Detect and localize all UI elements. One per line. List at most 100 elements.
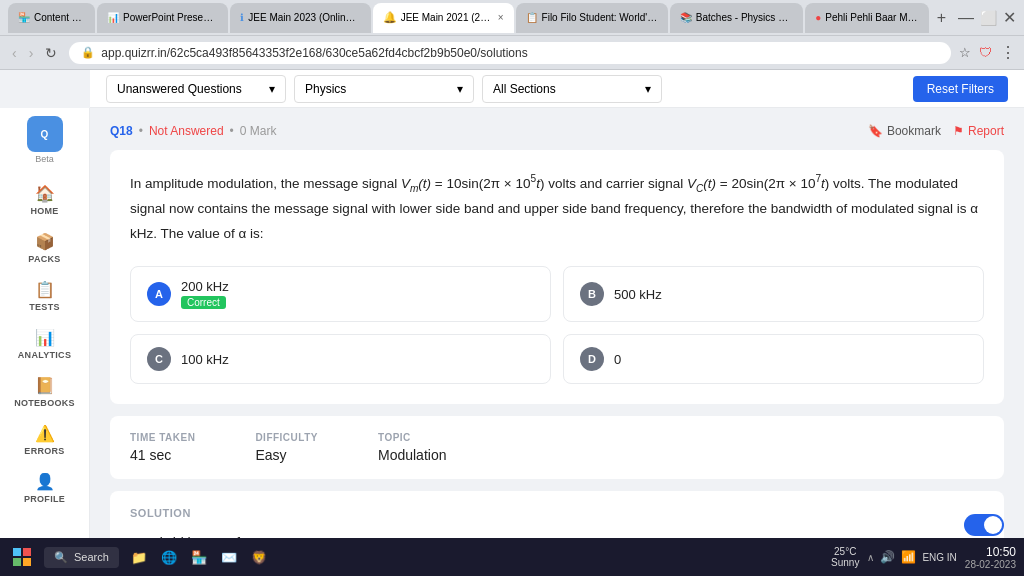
tab-filo[interactable]: 📋 Filo Filo Student: World's Only [516, 3, 668, 33]
sidebar-item-home[interactable]: 🏠 HOME [0, 176, 89, 224]
back-button[interactable]: ‹ [8, 43, 21, 63]
forward-button[interactable]: › [25, 43, 38, 63]
option-d[interactable]: D 0 [563, 334, 984, 384]
option-c[interactable]: C 100 kHz [130, 334, 551, 384]
tab-jee2021[interactable]: 🔔 JEE Main 2021 (25 Jul × × [373, 3, 514, 33]
network-icon[interactable]: 📶 [901, 550, 916, 564]
sidebar-item-notebooks[interactable]: 📔 NOTEBOOKS [0, 368, 89, 416]
tab-title: Pehli Pehli Baar Moha... [825, 12, 918, 23]
option-c-circle: C [147, 347, 171, 371]
restore-icon[interactable]: ⬜ [980, 10, 997, 26]
tests-label: TESTS [29, 302, 60, 312]
addr-right-actions: ☆ 🛡 ⋮ [959, 43, 1016, 62]
taskbar-icon-brave[interactable]: 🦁 [247, 545, 271, 569]
bookmark-star-icon[interactable]: ☆ [959, 45, 971, 60]
sidebar-item-analytics[interactable]: 📊 ANALYTICS [0, 320, 89, 368]
question-text: In amplitude modulation, the message sig… [130, 170, 984, 246]
option-a-text-wrap: 200 kHz Correct [181, 279, 229, 309]
tab-batches[interactable]: 📚 Batches - Physics Wallah [670, 3, 803, 33]
address-bar: ‹ › ↻ 🔒 app.quizrr.in/62c5ca493f85643353… [0, 36, 1024, 70]
sidebar-item-profile[interactable]: 👤 PROFILE [0, 464, 89, 512]
tab-jee2023[interactable]: ℹ JEE Main 2023 (Online) 29... [230, 3, 370, 33]
solution-label: SOLUTION [130, 507, 984, 519]
taskbar-icon-files[interactable]: 📁 [127, 545, 151, 569]
tab-title: Batches - Physics Wallah [696, 12, 793, 23]
report-label: Report [968, 124, 1004, 138]
filter-sections[interactable]: All Sections ▾ [482, 75, 662, 103]
clock-time: 10:50 [965, 545, 1016, 559]
dot-separator: • [139, 124, 143, 138]
address-input-wrap[interactable]: 🔒 app.quizrr.in/62c5ca493f85643353f2e168… [69, 42, 951, 64]
svg-rect-2 [13, 558, 21, 566]
lock-icon: 🔒 [81, 46, 95, 59]
option-a[interactable]: A 200 kHz Correct [130, 266, 551, 322]
filter-unanswered[interactable]: Unanswered Questions ▾ [106, 75, 286, 103]
filter-subject[interactable]: Physics ▾ [294, 75, 474, 103]
browser-chrome: 🏪 Content store 📊 PowerPoint Presentatio… [0, 0, 1024, 36]
option-b-circle: B [580, 282, 604, 306]
refresh-button[interactable]: ↻ [41, 43, 61, 63]
notebooks-icon: 📔 [35, 376, 55, 395]
svg-rect-0 [13, 548, 21, 556]
url-text: app.quizrr.in/62c5ca493f85643353f2e168/6… [101, 46, 527, 60]
sidebar-item-packs[interactable]: 📦 PACKS [0, 224, 89, 272]
home-icon: 🏠 [35, 184, 55, 203]
tab-title: Filo Filo Student: World's Only [542, 12, 658, 23]
errors-icon: ⚠️ [35, 424, 55, 443]
topic: TOPIC Modulation [378, 432, 447, 463]
close-icon[interactable]: ✕ [1003, 8, 1016, 27]
time-taken-value: 41 sec [130, 447, 195, 463]
add-tab-button[interactable]: + [931, 7, 952, 29]
minimize-icon[interactable]: — [958, 9, 974, 27]
question-meta: Q18 • Not Answered • 0 Mark [110, 124, 277, 138]
chevron-down-icon: ▾ [457, 82, 463, 96]
taskbar-icon-store[interactable]: 🏪 [187, 545, 211, 569]
tab-pehli[interactable]: ● Pehli Pehli Baar Moha... [805, 3, 929, 33]
dark-mode-toggle[interactable] [964, 514, 1004, 536]
time-taken: TIME TAKEN 41 sec [130, 432, 195, 463]
options-grid: A 200 kHz Correct B 500 kHz C 100 kHz D [130, 266, 984, 384]
tab-favicon: 🏪 [18, 12, 30, 23]
difficulty: DIFFICULTY Easy [255, 432, 318, 463]
chevron-tray-icon[interactable]: ∧ [867, 552, 874, 563]
tab-title: JEE Main 2023 (Online) 29... [248, 12, 360, 23]
correct-badge: Correct [181, 296, 226, 309]
dot-separator-2: • [230, 124, 234, 138]
speaker-icon[interactable]: 🔊 [880, 550, 895, 564]
menu-dots-icon[interactable]: ⋮ [1000, 43, 1016, 62]
toggle-dot [984, 516, 1002, 534]
tab-favicon: 📋 [526, 12, 538, 23]
tab-close-icon[interactable]: × [498, 12, 504, 23]
sys-tray: ∧ 🔊 📶 ENG IN [867, 550, 956, 564]
question-mark: 0 Mark [240, 124, 277, 138]
home-label: HOME [30, 206, 58, 216]
taskbar-search[interactable]: 🔍 Search [44, 547, 119, 568]
bookmark-action[interactable]: 🔖 Bookmark [868, 124, 941, 138]
tab-ppt[interactable]: 📊 PowerPoint Presentation [97, 3, 228, 33]
tab-title: Content store [34, 12, 85, 23]
option-b-text: 500 kHz [614, 287, 662, 302]
analytics-icon: 📊 [35, 328, 55, 347]
question-card: In amplitude modulation, the message sig… [110, 150, 1004, 404]
taskbar-icon-edge[interactable]: 🌐 [157, 545, 181, 569]
start-button[interactable] [8, 543, 36, 571]
tab-content-store[interactable]: 🏪 Content store [8, 3, 95, 33]
taskbar-icon-mail[interactable]: ✉️ [217, 545, 241, 569]
analytics-label: ANALYTICS [18, 350, 71, 360]
search-icon: 🔍 [54, 551, 68, 564]
option-d-circle: D [580, 347, 604, 371]
logo: Q [27, 116, 63, 152]
sidebar-item-errors[interactable]: ⚠️ ERRORS [0, 416, 89, 464]
errors-label: ERRORS [24, 446, 64, 456]
clock-date: 28-02-2023 [965, 559, 1016, 570]
svg-rect-1 [23, 548, 31, 556]
question-number: Q18 [110, 124, 133, 138]
sidebar-item-tests[interactable]: 📋 TESTS [0, 272, 89, 320]
tests-icon: 📋 [35, 280, 55, 299]
report-action[interactable]: ⚑ Report [953, 124, 1004, 138]
difficulty-label: DIFFICULTY [255, 432, 318, 443]
reset-filters-button[interactable]: Reset Filters [913, 76, 1008, 102]
window-nav-buttons: — ⬜ ✕ [958, 8, 1016, 27]
option-b[interactable]: B 500 kHz [563, 266, 984, 322]
topic-value: Modulation [378, 447, 447, 463]
